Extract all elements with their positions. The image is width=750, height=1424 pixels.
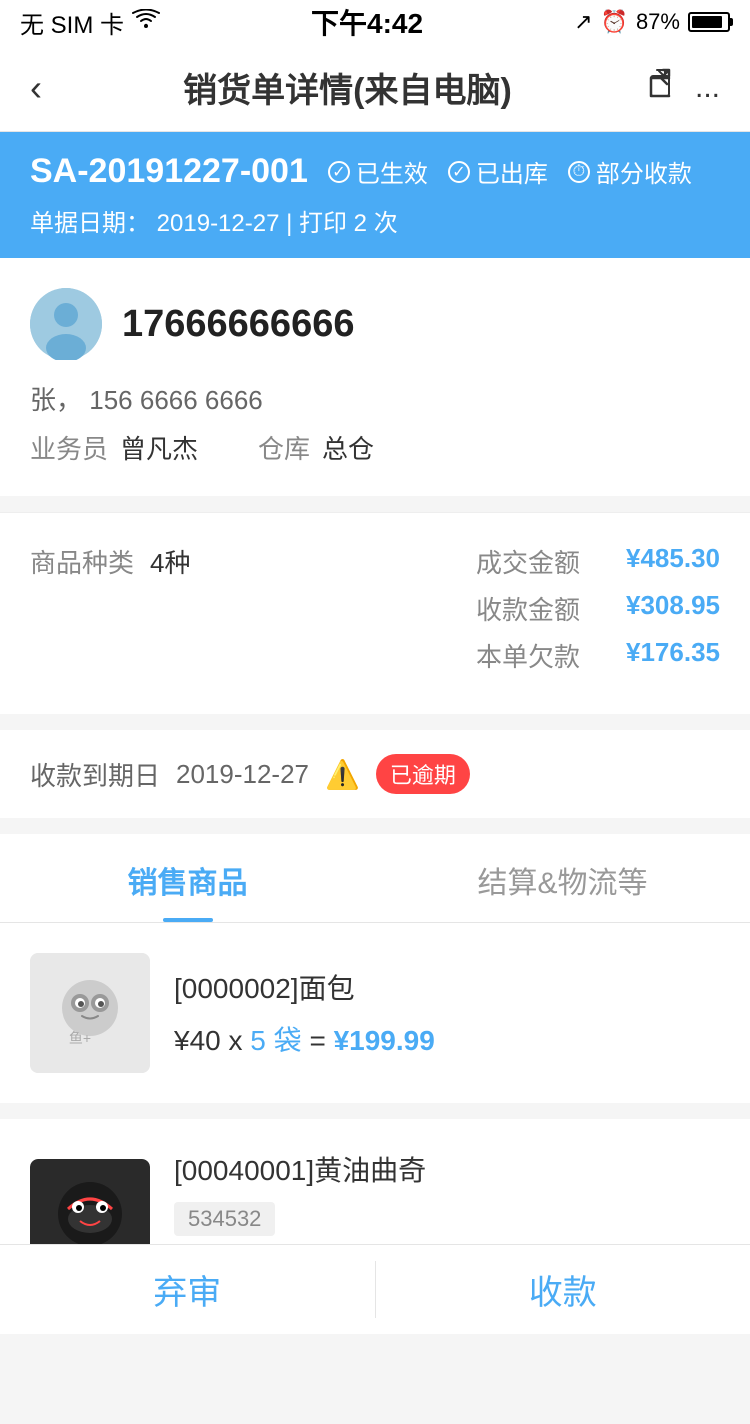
table-row: 鱼+ [0000002]面包 ¥40 x 5 袋 = ¥199.99 [0,923,750,1103]
svg-text:鱼+: 鱼+ [69,1030,91,1046]
stats-left: 商品种类 4种 [30,543,190,588]
warehouse-label: 仓库 [258,429,310,466]
owed-value: ¥176.35 [600,637,720,674]
stats-row: 商品种类 4种 成交金额 ¥485.30 收款金额 ¥308.95 本单欠款 ¥… [30,543,720,684]
share-button[interactable] [643,68,675,108]
status-bar: 无 SIM 卡 下午4:42 ↗ ⏰ 87% [0,0,750,44]
header-banner: SA-20191227-001 ✓ 已生效 ✓ 已出库 ⏱ 部分收款 单据日期：… [0,132,750,258]
tab-settlement[interactable]: 结算&物流等 [375,834,750,922]
wifi-icon [132,8,160,36]
avatar [30,288,102,360]
amount-row: 成交金额 ¥485.30 [476,543,720,580]
nav-bar: ‹ 销货单详情(来自电脑) ... [0,44,750,132]
back-button[interactable]: ‹ [20,57,52,119]
time-display: 下午4:42 [311,2,423,42]
price-qty-1: 5 [250,1025,266,1056]
overdue-warning-icon: ⚠️ [325,758,360,791]
location-icon: ↗ [574,9,592,35]
customer-name-label: 张， [30,385,82,415]
check-icon-1: ✓ [328,161,350,183]
salesperson-value: 曾凡杰 [120,429,198,466]
owed-row: 本单欠款 ¥176.35 [476,637,720,674]
salesperson-meta: 业务员 曾凡杰 [30,429,198,466]
received-value: ¥308.95 [600,590,720,627]
tab-sales-products[interactable]: 销售商品 [0,834,375,922]
product-types-label: 商品种类 [30,543,134,580]
amount-label: 成交金额 [476,543,580,580]
more-button[interactable]: ... [695,71,720,105]
badge-effective: ✓ 已生效 [328,154,428,189]
owed-label: 本单欠款 [476,637,580,674]
overdue-badge: 已逾期 [376,754,470,794]
cancel-button[interactable]: 弃审 [0,1245,375,1334]
product-info-1: [0000002]面包 ¥40 x 5 袋 = ¥199.99 [174,967,720,1059]
warehouse-value: 总仓 [322,429,374,466]
amount-value: ¥485.30 [600,543,720,580]
product-batch-2: 534532 [174,1202,275,1236]
header-banner-bottom: 单据日期： 2019-12-27 | 打印 2 次 [30,203,720,238]
product-types-value: 4种 [150,543,190,580]
product-types-item: 商品种类 4种 [30,543,190,580]
price-base-1: ¥40 [174,1025,221,1056]
product-name-2: [00040001]黄油曲奇 [174,1149,720,1189]
check-icon-2: ✓ [448,161,470,183]
salesperson-label: 业务员 [30,429,108,466]
clock-icon: ⏱ [568,161,590,183]
status-left: 无 SIM 卡 [20,5,160,40]
battery-percentage: 87% [636,9,680,35]
customer-top: 17666666666 [30,288,720,360]
battery-icon [688,12,730,32]
warehouse-meta: 仓库 总仓 [258,429,374,466]
customer-phone: 17666666666 [122,303,354,346]
product-name-1: [0000002]面包 [174,967,720,1007]
page-title: 销货单详情(来自电脑) [52,63,643,112]
confirm-button[interactable]: 收款 [376,1245,750,1334]
product-price-1: ¥40 x 5 袋 = ¥199.99 [174,1019,720,1059]
price-total-1: ¥199.99 [334,1025,435,1056]
customer-section: 17666666666 张， 156 6666 6666 业务员 曾凡杰 仓库 … [0,258,750,496]
price-unit-1: 袋 [274,1025,302,1056]
received-row: 收款金额 ¥308.95 [476,590,720,627]
product-thumbnail-1: 鱼+ [30,953,150,1073]
order-id: SA-20191227-001 [30,152,308,191]
due-date-value: 2019-12-27 [176,759,309,790]
alarm-icon: ⏰ [601,9,628,35]
badge-partial: ⏱ 部分收款 [568,154,692,189]
customer-meta: 业务员 曾凡杰 仓库 总仓 [30,429,720,466]
carrier-label: 无 SIM 卡 [20,5,124,40]
stats-right: 成交金额 ¥485.30 收款金额 ¥308.95 本单欠款 ¥176.35 [476,543,720,684]
customer-alt-phone: 156 6666 6666 [89,385,263,415]
nav-actions: ... [643,68,720,108]
date-label: 单据日期： [30,210,150,237]
bottom-toolbar: 弃审 收款 [0,1244,750,1334]
stats-section: 商品种类 4种 成交金额 ¥485.30 收款金额 ¥308.95 本单欠款 ¥… [0,512,750,714]
customer-detail: 张， 156 6666 6666 [30,380,720,417]
received-label: 收款金额 [476,590,580,627]
badge-shipped: ✓ 已出库 [448,154,548,189]
tabs-bar: 销售商品 结算&物流等 [0,834,750,923]
due-section: 收款到期日 2019-12-27 ⚠️ 已逾期 [0,730,750,818]
status-right: ↗ ⏰ 87% [574,9,730,35]
header-banner-top: SA-20191227-001 ✓ 已生效 ✓ 已出库 ⏱ 部分收款 [30,152,720,191]
order-date: 2019-12-27 [157,210,280,237]
due-date-label: 收款到期日 [30,756,160,793]
print-info: | 打印 2 次 [286,210,398,237]
